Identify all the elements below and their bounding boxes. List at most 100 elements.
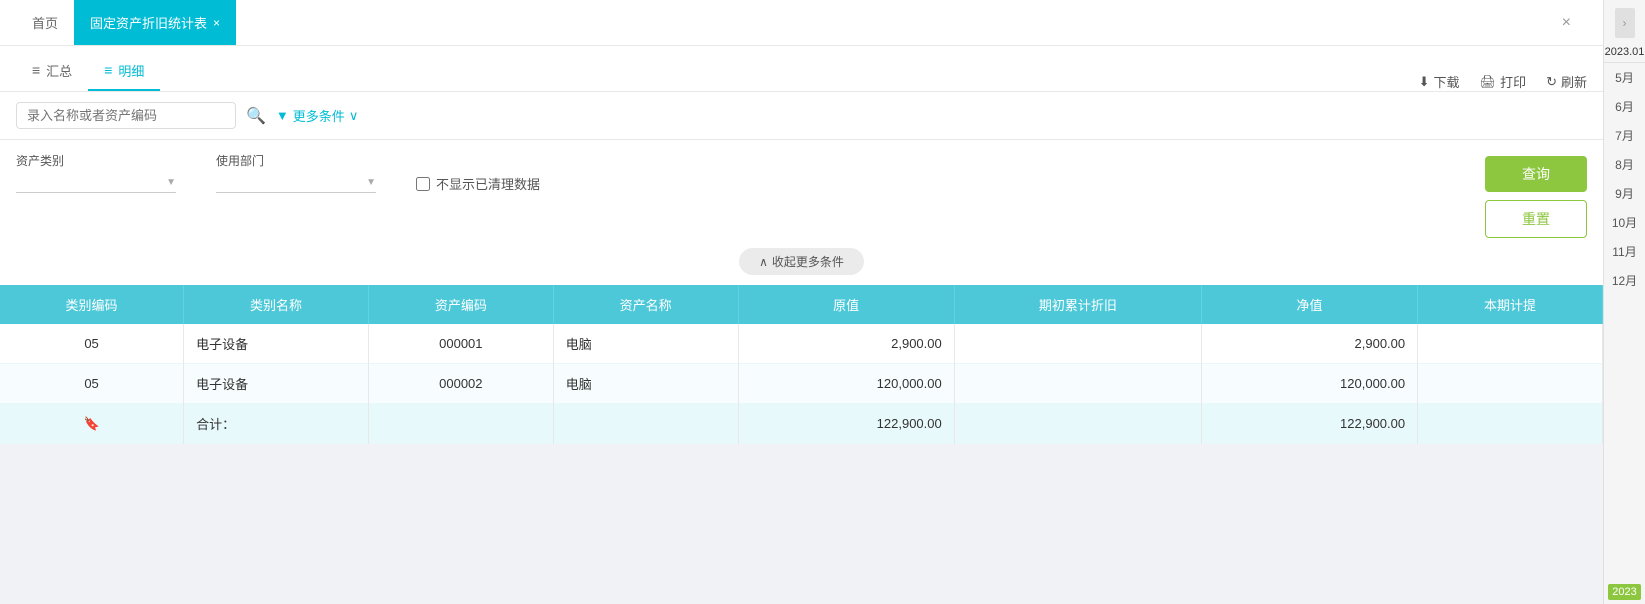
tab-bar: ≡ 汇总 ≡ 明细 ⬇ 下载 🖨 打印 ↻ 刷新 <box>0 46 1603 92</box>
no-cleared-checkbox[interactable] <box>416 177 430 191</box>
row2-type-name: 电子设备 <box>184 364 369 404</box>
sidebar-expand-btn[interactable]: › <box>1615 8 1635 38</box>
month-5[interactable]: 5月 <box>1604 63 1645 92</box>
total-label: 合计： <box>184 404 369 444</box>
year-badge: 2023 <box>1608 584 1640 600</box>
total-row: 🔖 合计： 122,900.00 122,900.00 <box>0 404 1603 444</box>
month-12[interactable]: 12月 <box>1604 266 1645 295</box>
filter-label: 更多条件 <box>293 106 345 125</box>
table-row: 05 电子设备 000002 电脑 120,000.00 120,000.00 <box>0 364 1603 404</box>
row1-current <box>1418 324 1603 364</box>
month-8[interactable]: 8月 <box>1604 150 1645 179</box>
expand-icon: › <box>1623 16 1627 30</box>
search-row: 🔍 ▼ 更多条件 ∨ <box>0 92 1603 140</box>
filter-btn[interactable]: ▼ 更多条件 ∨ <box>276 106 358 125</box>
total-empty2 <box>553 404 738 444</box>
month-6[interactable]: 6月 <box>1604 92 1645 121</box>
print-icon: 🖨 <box>1480 74 1497 90</box>
toolbar: ⬇ 下载 🖨 打印 ↻ 刷新 <box>1419 72 1587 91</box>
dept-select[interactable]: ▼ <box>216 173 376 193</box>
download-btn[interactable]: ⬇ 下载 <box>1419 72 1460 91</box>
refresh-btn[interactable]: ↻ 刷新 <box>1546 72 1587 91</box>
total-icon: 🔖 <box>83 416 99 431</box>
filter-icon: ▼ <box>276 108 289 123</box>
row1-asset-code: 000001 <box>368 324 553 364</box>
home-nav[interactable]: 首页 <box>16 13 74 32</box>
col-header-original: 原值 <box>738 285 954 324</box>
collapse-icon: ∧ <box>759 255 768 269</box>
no-cleared-label: 不显示已清理数据 <box>436 174 540 193</box>
total-icon-cell: 🔖 <box>0 404 184 444</box>
download-label: 下载 <box>1434 72 1460 91</box>
asset-type-filter: 资产类别 ▼ <box>16 152 176 193</box>
total-empty1 <box>368 404 553 444</box>
total-original: 122,900.00 <box>738 404 954 444</box>
collapse-label: 收起更多条件 <box>772 253 844 270</box>
search-input[interactable] <box>16 102 236 129</box>
row2-type-code: 05 <box>0 364 184 404</box>
refresh-label: 刷新 <box>1561 72 1587 91</box>
search-icon[interactable]: 🔍 <box>246 106 266 126</box>
data-table: 类别编码 类别名称 资产编码 资产名称 原值 期初累计折旧 净值 本期计提 05… <box>0 285 1603 444</box>
date-label: 2023.01 <box>1604 42 1645 63</box>
tab-summary[interactable]: ≡ 汇总 <box>16 51 88 91</box>
col-header-type-name: 类别名称 <box>184 285 369 324</box>
row2-original: 120,000.00 <box>738 364 954 404</box>
row1-type-code: 05 <box>0 324 184 364</box>
asset-type-arrow-icon: ▼ <box>166 177 176 188</box>
col-header-net-value: 净值 <box>1201 285 1417 324</box>
filter-actions: 查询 重置 <box>1485 156 1587 238</box>
chevron-down-icon: ∨ <box>349 108 359 124</box>
col-header-type-code: 类别编码 <box>0 285 184 324</box>
col-header-accumulated: 期初累计折旧 <box>954 285 1201 324</box>
collapse-row: ∧ 收起更多条件 <box>0 238 1603 285</box>
col-header-current: 本期计提 <box>1418 285 1603 324</box>
refresh-icon: ↻ <box>1546 74 1557 90</box>
close-window-icon[interactable]: × <box>1546 14 1587 32</box>
print-btn[interactable]: 🖨 打印 <box>1480 72 1527 91</box>
table-header-row: 类别编码 类别名称 资产编码 资产名称 原值 期初累计折旧 净值 本期计提 <box>0 285 1603 324</box>
row2-current <box>1418 364 1603 404</box>
row2-accumulated <box>954 364 1201 404</box>
row1-type-name: 电子设备 <box>184 324 369 364</box>
close-tab-icon[interactable]: × <box>213 16 220 30</box>
row1-net-value: 2,900.00 <box>1201 324 1417 364</box>
reset-button[interactable]: 重置 <box>1485 200 1587 238</box>
dept-arrow-icon: ▼ <box>366 177 376 188</box>
tab-detail[interactable]: ≡ 明细 <box>88 51 160 91</box>
table-container: 类别编码 类别名称 资产编码 资产名称 原值 期初累计折旧 净值 本期计提 05… <box>0 285 1603 604</box>
month-10[interactable]: 10月 <box>1604 208 1645 237</box>
col-header-asset-name: 资产名称 <box>553 285 738 324</box>
total-current <box>1418 404 1603 444</box>
tab-summary-label: 汇总 <box>46 61 72 80</box>
month-9[interactable]: 9月 <box>1604 179 1645 208</box>
row2-asset-code: 000002 <box>368 364 553 404</box>
tab-detail-label: 明细 <box>118 61 144 80</box>
tab-label: 固定资产折旧统计表 <box>90 13 207 32</box>
download-icon: ⬇ <box>1419 74 1430 90</box>
row2-asset-name: 电脑 <box>553 364 738 404</box>
row1-asset-name: 电脑 <box>553 324 738 364</box>
table-row: 05 电子设备 000001 电脑 2,900.00 2,900.00 <box>0 324 1603 364</box>
col-header-asset-code: 资产编码 <box>368 285 553 324</box>
print-label: 打印 <box>1500 72 1526 91</box>
month-7[interactable]: 7月 <box>1604 121 1645 150</box>
row2-net-value: 120,000.00 <box>1201 364 1417 404</box>
asset-type-label: 资产类别 <box>16 152 176 169</box>
row1-original: 2,900.00 <box>738 324 954 364</box>
filter-row: 资产类别 ▼ 使用部门 ▼ 不显示已清理数据 查询 重置 <box>0 140 1603 238</box>
collapse-btn[interactable]: ∧ 收起更多条件 <box>739 248 864 275</box>
row1-accumulated <box>954 324 1201 364</box>
asset-type-select[interactable]: ▼ <box>16 173 176 193</box>
total-accumulated <box>954 404 1201 444</box>
no-cleared-group: 不显示已清理数据 <box>416 174 540 193</box>
query-button[interactable]: 查询 <box>1485 156 1587 192</box>
dept-label: 使用部门 <box>216 152 376 169</box>
dept-filter: 使用部门 ▼ <box>216 152 376 193</box>
total-net-value: 122,900.00 <box>1201 404 1417 444</box>
summary-icon: ≡ <box>32 62 40 78</box>
right-sidebar: › 2023.01 5月 6月 7月 8月 9月 10月 11月 12月 202… <box>1603 0 1645 604</box>
detail-icon: ≡ <box>104 62 112 78</box>
month-11[interactable]: 11月 <box>1604 237 1645 266</box>
active-tab[interactable]: 固定资产折旧统计表 × <box>74 0 236 45</box>
